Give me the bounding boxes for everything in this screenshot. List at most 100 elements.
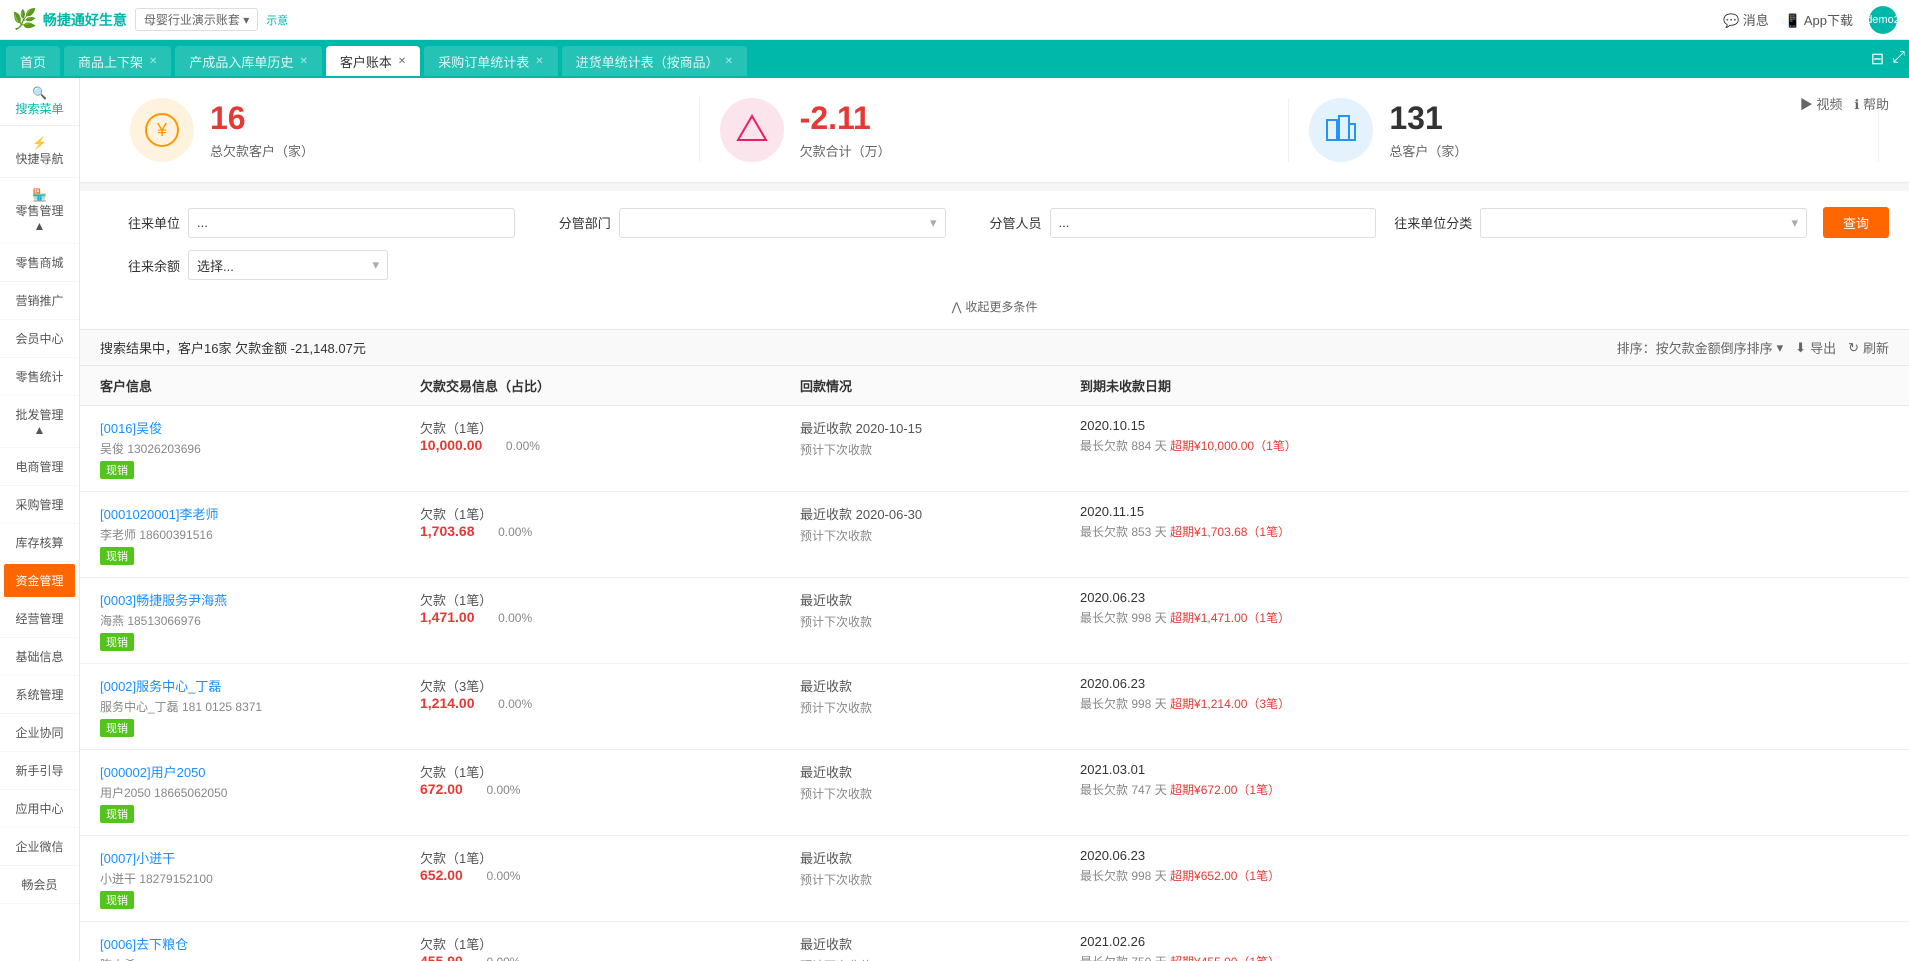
app-download-btn[interactable]: 📱 App下载 bbox=[1785, 10, 1853, 29]
help-btn[interactable]: ℹ 帮助 bbox=[1854, 94, 1889, 113]
search-button[interactable]: 查询 bbox=[1823, 207, 1889, 238]
tab-product-history[interactable]: 产成品入库单历史 ✕ bbox=[175, 46, 321, 76]
message-btn[interactable]: 💬 消息 bbox=[1723, 10, 1769, 29]
layout: 🔍 搜索菜单 ⚡ 快捷导航 🏪 零售管理 ▲ 零售商城 营销推广 会员中心 零售… bbox=[0, 78, 1909, 961]
sidebar-item-retail-mall[interactable]: 零售商城 bbox=[0, 244, 79, 282]
sidebar-item-inventory[interactable]: 库存核算 bbox=[0, 524, 79, 562]
debt-amount-3[interactable]: 1,214.00 bbox=[420, 695, 475, 711]
recovery-info-3: 最近收款 预计下次收款 bbox=[800, 676, 1080, 716]
debt-info-1: 欠款（1笔） 1,703.68 0.00% bbox=[420, 504, 800, 539]
sidebar-toggle[interactable]: 示意 bbox=[266, 12, 288, 28]
sidebar-item-enterprise[interactable]: 企业协同 bbox=[0, 714, 79, 752]
overdue-info-3: 2020.06.23 最长欠款 998 天 超期¥1,214.00（3笔） bbox=[1080, 676, 1889, 712]
customer-code-0[interactable]: [0016] bbox=[100, 421, 136, 436]
sidebar-item-enterprise-wx[interactable]: 企业微信 bbox=[0, 828, 79, 866]
user-avatar[interactable]: demo2 bbox=[1869, 6, 1897, 34]
tab-customer-account-close[interactable]: ✕ bbox=[398, 56, 406, 67]
filter-label-dept: 分管部门 bbox=[531, 213, 611, 232]
tab-import-stats-close[interactable]: ✕ bbox=[725, 56, 733, 67]
tab-import-stats[interactable]: 进货单统计表（按商品） ✕ bbox=[562, 46, 747, 76]
recovery-info-1: 最近收款 2020-06-30 预计下次收款 bbox=[800, 504, 1080, 544]
customer-name-2[interactable]: 畅捷服务尹海燕 bbox=[136, 593, 227, 608]
customer-info-6: [0006]去下粮仓 陈小希 现销 bbox=[100, 934, 420, 961]
sidebar-item-finance[interactable]: 资金管理 bbox=[4, 564, 75, 598]
customer-name-5[interactable]: 小迸干 bbox=[136, 851, 175, 866]
sidebar-item-basic-info[interactable]: 基础信息 bbox=[0, 638, 79, 676]
debt-amount-6[interactable]: 455.90 bbox=[420, 953, 463, 961]
tab-home[interactable]: 首页 bbox=[6, 46, 60, 76]
sidebar-item-operation[interactable]: 经营管理 bbox=[0, 600, 79, 638]
overdue-link-4[interactable]: 超期¥672.00（1笔） bbox=[1170, 783, 1280, 797]
sidebar-item-vip[interactable]: 畅会员 bbox=[0, 866, 79, 904]
customer-info-2: [0003]畅捷服务尹海燕 海燕 18513066976 现销 bbox=[100, 590, 420, 651]
filter-select-balance[interactable]: 选择... ▾ bbox=[188, 250, 388, 280]
tab-product-offline[interactable]: 商品上下架 ✕ bbox=[64, 46, 171, 76]
refresh-btn[interactable]: ↻ 刷新 bbox=[1848, 338, 1889, 357]
sidebar-item-purchase-management[interactable]: 采购管理 bbox=[0, 486, 79, 524]
overdue-info-0: 2020.10.15 最长欠款 884 天 超期¥10,000.00（1笔） bbox=[1080, 418, 1889, 454]
filter-input-person[interactable]: ... bbox=[1050, 208, 1377, 238]
filter-input-source-unit[interactable]: ... bbox=[188, 208, 515, 238]
video-btn[interactable]: ▶ 视频 bbox=[1800, 94, 1843, 113]
customer-badge-4: 现销 bbox=[100, 805, 134, 823]
sidebar-item-system[interactable]: 系统管理 bbox=[0, 676, 79, 714]
customer-code-5[interactable]: [0007] bbox=[100, 851, 136, 866]
tab-purchase-order[interactable]: 采购订单统计表 ✕ bbox=[424, 46, 557, 76]
customer-code-2[interactable]: [0003] bbox=[100, 593, 136, 608]
filter-select-dept[interactable]: ▾ bbox=[619, 208, 946, 238]
debt-info-2: 欠款（1笔） 1,471.00 0.00% bbox=[420, 590, 800, 625]
sidebar-item-quick-nav[interactable]: ⚡ 快捷导航 bbox=[0, 126, 79, 178]
debt-percent-4: 0.00% bbox=[486, 783, 520, 797]
customer-contact-4: 用户2050 18665062050 bbox=[100, 784, 420, 801]
collapse-btn[interactable]: ⋀ 收起更多条件 bbox=[100, 292, 1889, 321]
export-btn[interactable]: ⬇ 导出 bbox=[1795, 338, 1836, 357]
sidebar-item-app-center[interactable]: 应用中心 bbox=[0, 790, 79, 828]
overdue-link-6[interactable]: 超期¥455.90（1笔） bbox=[1170, 955, 1280, 961]
source-unit-dots: ... bbox=[197, 215, 208, 230]
sidebar-item-marketing[interactable]: 营销推广 bbox=[0, 282, 79, 320]
customer-code-3[interactable]: [0002] bbox=[100, 679, 136, 694]
filter-select-unit-category[interactable]: ▾ bbox=[1480, 208, 1807, 238]
debt-amount-2[interactable]: 1,471.00 bbox=[420, 609, 475, 625]
customer-name-0[interactable]: 吴俊 bbox=[136, 421, 162, 436]
customer-name-3[interactable]: 服务中心_丁磊 bbox=[136, 679, 221, 694]
sidebar-item-batch-management[interactable]: 批发管理 ▲ bbox=[0, 396, 79, 448]
tab-product-offline-close[interactable]: ✕ bbox=[149, 56, 157, 67]
overdue-link-5[interactable]: 超期¥652.00（1笔） bbox=[1170, 869, 1280, 883]
customer-code-4[interactable]: [000002] bbox=[100, 765, 151, 780]
overdue-link-2[interactable]: 超期¥1,471.00（1笔） bbox=[1170, 611, 1290, 625]
debt-amount-4[interactable]: 672.00 bbox=[420, 781, 463, 797]
overdue-link-3[interactable]: 超期¥1,214.00（3笔） bbox=[1170, 697, 1290, 711]
avatar-circle: demo2 bbox=[1869, 6, 1897, 34]
customer-info-0: [0016]吴俊 吴俊 13026203696 现销 bbox=[100, 418, 420, 479]
debt-amount-0[interactable]: 10,000.00 bbox=[420, 437, 482, 453]
sidebar-item-ecommerce[interactable]: 电商管理 bbox=[0, 448, 79, 486]
sort-btn[interactable]: 排序：按欠款金额倒序排序 ▾ bbox=[1617, 338, 1784, 357]
customer-name-1[interactable]: 李老师 bbox=[180, 507, 219, 522]
customer-code-1[interactable]: [0001020001] bbox=[100, 507, 180, 522]
tab-purchase-order-close[interactable]: ✕ bbox=[535, 56, 543, 67]
sidebar-item-retail-stats[interactable]: 零售统计 bbox=[0, 358, 79, 396]
sidebar-item-member-center[interactable]: 会员中心 bbox=[0, 320, 79, 358]
store-selector[interactable]: 母婴行业演示账套 ▾ bbox=[135, 8, 258, 31]
customer-code-6[interactable]: [0006] bbox=[100, 937, 136, 952]
overdue-link-0[interactable]: 超期¥10,000.00（1笔） bbox=[1170, 439, 1297, 453]
col-header-duedate: 到期未收款日期 bbox=[1080, 376, 1889, 395]
tab-product-history-close[interactable]: ✕ bbox=[299, 56, 307, 67]
tab-window-icon[interactable]: ⊟ bbox=[1871, 49, 1884, 69]
debt-amount-1[interactable]: 1,703.68 bbox=[420, 523, 475, 539]
tab-customer-account[interactable]: 客户账本 ✕ bbox=[326, 46, 420, 76]
export-icon: ⬇ bbox=[1795, 340, 1806, 356]
overdue-link-1[interactable]: 超期¥1,703.68（1笔） bbox=[1170, 525, 1290, 539]
sidebar-search[interactable]: 🔍 搜索菜单 bbox=[0, 78, 79, 126]
tab-expand-icon[interactable]: ⤢ bbox=[1892, 49, 1905, 69]
customer-name-4[interactable]: 用户2050 bbox=[151, 765, 206, 780]
debt-info-0: 欠款（1笔） 10,000.00 0.00% bbox=[420, 418, 800, 453]
customer-name-6[interactable]: 去下粮仓 bbox=[136, 937, 188, 952]
sidebar-item-newbie[interactable]: 新手引导 bbox=[0, 752, 79, 790]
filter-label-balance: 往来余额 bbox=[100, 256, 180, 275]
svg-text:¥: ¥ bbox=[156, 120, 168, 140]
sidebar-item-retail-management[interactable]: 🏪 零售管理 ▲ bbox=[0, 178, 79, 244]
filter-item-person: 分管人员 ... bbox=[962, 208, 1377, 238]
debt-amount-5[interactable]: 652.00 bbox=[420, 867, 463, 883]
